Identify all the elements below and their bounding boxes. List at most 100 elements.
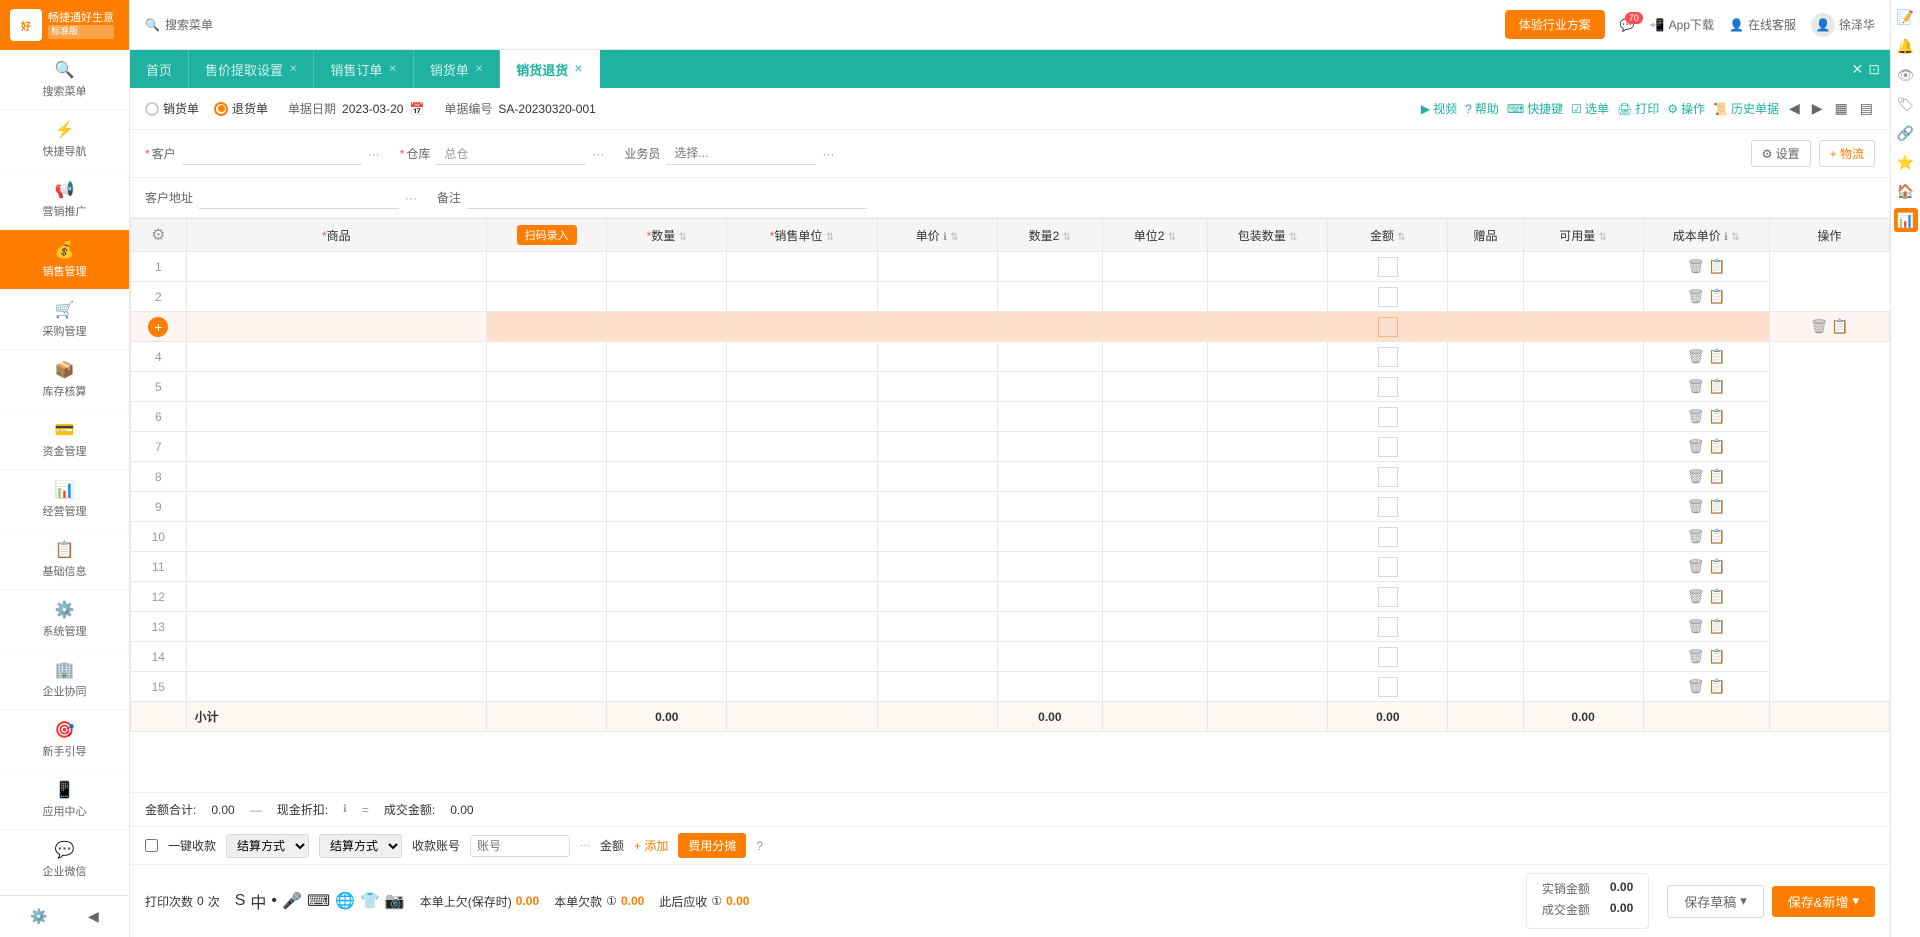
copy-btn-1[interactable]: 📋 bbox=[1708, 258, 1725, 275]
unit-cell-2[interactable] bbox=[607, 282, 727, 312]
right-icon-star[interactable]: ⭐ bbox=[1894, 150, 1918, 174]
tab-sale-return[interactable]: 销货退货 ✕ bbox=[500, 50, 599, 88]
product-cell-14[interactable] bbox=[186, 642, 486, 672]
sidebar-item-apps[interactable]: 📱 应用中心 bbox=[0, 770, 129, 830]
qty-cell-5[interactable] bbox=[487, 372, 607, 402]
sidebar-item-search[interactable]: 🔍 搜索菜单 bbox=[0, 50, 129, 110]
radio-return[interactable]: 退货单 bbox=[214, 100, 268, 117]
amount-cell-12[interactable] bbox=[1208, 582, 1328, 612]
toolbar-video[interactable]: ▶ 视频 bbox=[1421, 100, 1457, 117]
unit-cell-6[interactable] bbox=[607, 402, 727, 432]
cost-cell-2[interactable] bbox=[1523, 282, 1643, 312]
unit-cell-3[interactable] bbox=[607, 312, 727, 342]
gift-cell-15[interactable] bbox=[1328, 672, 1448, 702]
price-cell-12[interactable] bbox=[727, 582, 877, 612]
copy-btn-9[interactable]: 📋 bbox=[1708, 498, 1725, 515]
gift-cell-5[interactable] bbox=[1328, 372, 1448, 402]
sidebar-settings-btn[interactable]: ⚙️ bbox=[28, 906, 49, 927]
delete-btn-5[interactable]: 🗑 bbox=[1687, 378, 1705, 395]
customer-input[interactable] bbox=[182, 142, 362, 165]
sidebar-item-wechat[interactable]: 💬 企业微信 bbox=[0, 830, 129, 890]
tab-fullscreen-btn[interactable]: ⊡ bbox=[1868, 61, 1880, 78]
packqty-cell-12[interactable] bbox=[1102, 582, 1207, 612]
user-profile[interactable]: 👤 徐泽华 bbox=[1811, 13, 1875, 37]
packqty-cell-5[interactable] bbox=[1102, 372, 1207, 402]
price-cell-13[interactable] bbox=[727, 612, 877, 642]
avail-cell-6[interactable] bbox=[1448, 402, 1523, 432]
packqty-cell-14[interactable] bbox=[1102, 642, 1207, 672]
product-cell-13[interactable] bbox=[186, 612, 486, 642]
cost-cell-13[interactable] bbox=[1523, 612, 1643, 642]
tab-close-btn[interactable]: ✕ bbox=[1852, 61, 1864, 78]
qty-cell-4[interactable] bbox=[487, 342, 607, 372]
unit2-cell-10[interactable] bbox=[997, 522, 1102, 552]
right-icon-tag[interactable]: 🏷 bbox=[1894, 92, 1918, 116]
packqty-cell-15[interactable] bbox=[1102, 672, 1207, 702]
experience-btn[interactable]: 体验行业方案 bbox=[1505, 10, 1605, 39]
unit-cell-13[interactable] bbox=[607, 612, 727, 642]
fee-btn[interactable]: 费用分摊 bbox=[678, 833, 746, 858]
unit2-cell-9[interactable] bbox=[997, 492, 1102, 522]
warehouse-input[interactable] bbox=[436, 142, 586, 165]
packqty-cell-10[interactable] bbox=[1102, 522, 1207, 552]
add-row-btn[interactable]: + bbox=[148, 317, 168, 337]
product-cell-5[interactable] bbox=[186, 372, 486, 402]
right-icon-eye[interactable]: 👁 bbox=[1894, 63, 1918, 87]
packqty-cell-1[interactable] bbox=[1102, 252, 1207, 282]
amount-cell-13[interactable] bbox=[1208, 612, 1328, 642]
product-cell-11[interactable] bbox=[186, 552, 486, 582]
cost-cell-14[interactable] bbox=[1523, 642, 1643, 672]
cost-cell-7[interactable] bbox=[1523, 432, 1643, 462]
sidebar-item-system[interactable]: ⚙️ 系统管理 bbox=[0, 590, 129, 650]
cost-cell-15[interactable] bbox=[1523, 672, 1643, 702]
price-cell-1[interactable] bbox=[727, 252, 877, 282]
unit2-cell-8[interactable] bbox=[997, 462, 1102, 492]
qty-cell-7[interactable] bbox=[487, 432, 607, 462]
unit2-sort-icon[interactable]: ⇅ bbox=[1168, 232, 1176, 243]
qty-sort-icon[interactable]: ⇅ bbox=[679, 232, 687, 243]
amount-sort-icon[interactable]: ⇅ bbox=[1397, 232, 1405, 243]
right-icon-note[interactable]: 📝 bbox=[1894, 5, 1918, 29]
avail-cell-2[interactable] bbox=[1448, 282, 1523, 312]
cost-sort-icon[interactable]: ⇅ bbox=[1731, 232, 1739, 243]
delete-btn-3[interactable]: 🗑 bbox=[1810, 318, 1828, 335]
qty-cell-6[interactable] bbox=[487, 402, 607, 432]
price-cell-5[interactable] bbox=[727, 372, 877, 402]
avail-cell-9[interactable] bbox=[1448, 492, 1523, 522]
product-cell-12[interactable] bbox=[186, 582, 486, 612]
price-cell-14[interactable] bbox=[727, 642, 877, 672]
tab-close-sale-order[interactable]: ✕ bbox=[388, 64, 396, 75]
avail-sort-icon[interactable]: ⇅ bbox=[1599, 232, 1607, 243]
avail-cell-5[interactable] bbox=[1448, 372, 1523, 402]
avail-cell-7[interactable] bbox=[1448, 432, 1523, 462]
packqty-cell-3[interactable] bbox=[1102, 312, 1207, 342]
product-cell-3[interactable] bbox=[186, 312, 486, 342]
cost-cell-4[interactable] bbox=[1523, 342, 1643, 372]
product-cell-1[interactable] bbox=[186, 252, 486, 282]
gift-cell-10[interactable] bbox=[1328, 522, 1448, 552]
copy-btn-6[interactable]: 📋 bbox=[1708, 408, 1725, 425]
sidebar-collapse-btn[interactable]: ◀ bbox=[86, 906, 101, 927]
qty2-cell-5[interactable] bbox=[877, 372, 997, 402]
qty2-cell-12[interactable] bbox=[877, 582, 997, 612]
product-cell-10[interactable] bbox=[186, 522, 486, 552]
cost-cell-1[interactable] bbox=[1523, 252, 1643, 282]
qty-cell-8[interactable] bbox=[487, 462, 607, 492]
copy-btn-12[interactable]: 📋 bbox=[1708, 588, 1725, 605]
product-cell-15[interactable] bbox=[186, 672, 486, 702]
calendar-icon[interactable]: 📅 bbox=[409, 102, 424, 116]
toolbar-next[interactable]: ▶ bbox=[1810, 98, 1825, 119]
sidebar-item-purchase[interactable]: 🛒 采购管理 bbox=[0, 290, 129, 350]
unit2-cell-14[interactable] bbox=[997, 642, 1102, 672]
message-badge[interactable]: 💬 70 bbox=[1620, 18, 1635, 32]
price-sort-icon[interactable]: ⇅ bbox=[950, 232, 958, 243]
save-draft-btn[interactable]: 保存草稿 ▾ bbox=[1667, 885, 1764, 918]
gift-cell-6[interactable] bbox=[1328, 402, 1448, 432]
topbar-search[interactable]: 🔍 搜索菜单 bbox=[145, 16, 213, 33]
save-new-btn[interactable]: 保存&新增 ▾ bbox=[1772, 886, 1875, 917]
price-cell-2[interactable] bbox=[727, 282, 877, 312]
price-cell-11[interactable] bbox=[727, 552, 877, 582]
amount-cell-2[interactable] bbox=[1208, 282, 1328, 312]
unit2-cell-15[interactable] bbox=[997, 672, 1102, 702]
price-cell-15[interactable] bbox=[727, 672, 877, 702]
